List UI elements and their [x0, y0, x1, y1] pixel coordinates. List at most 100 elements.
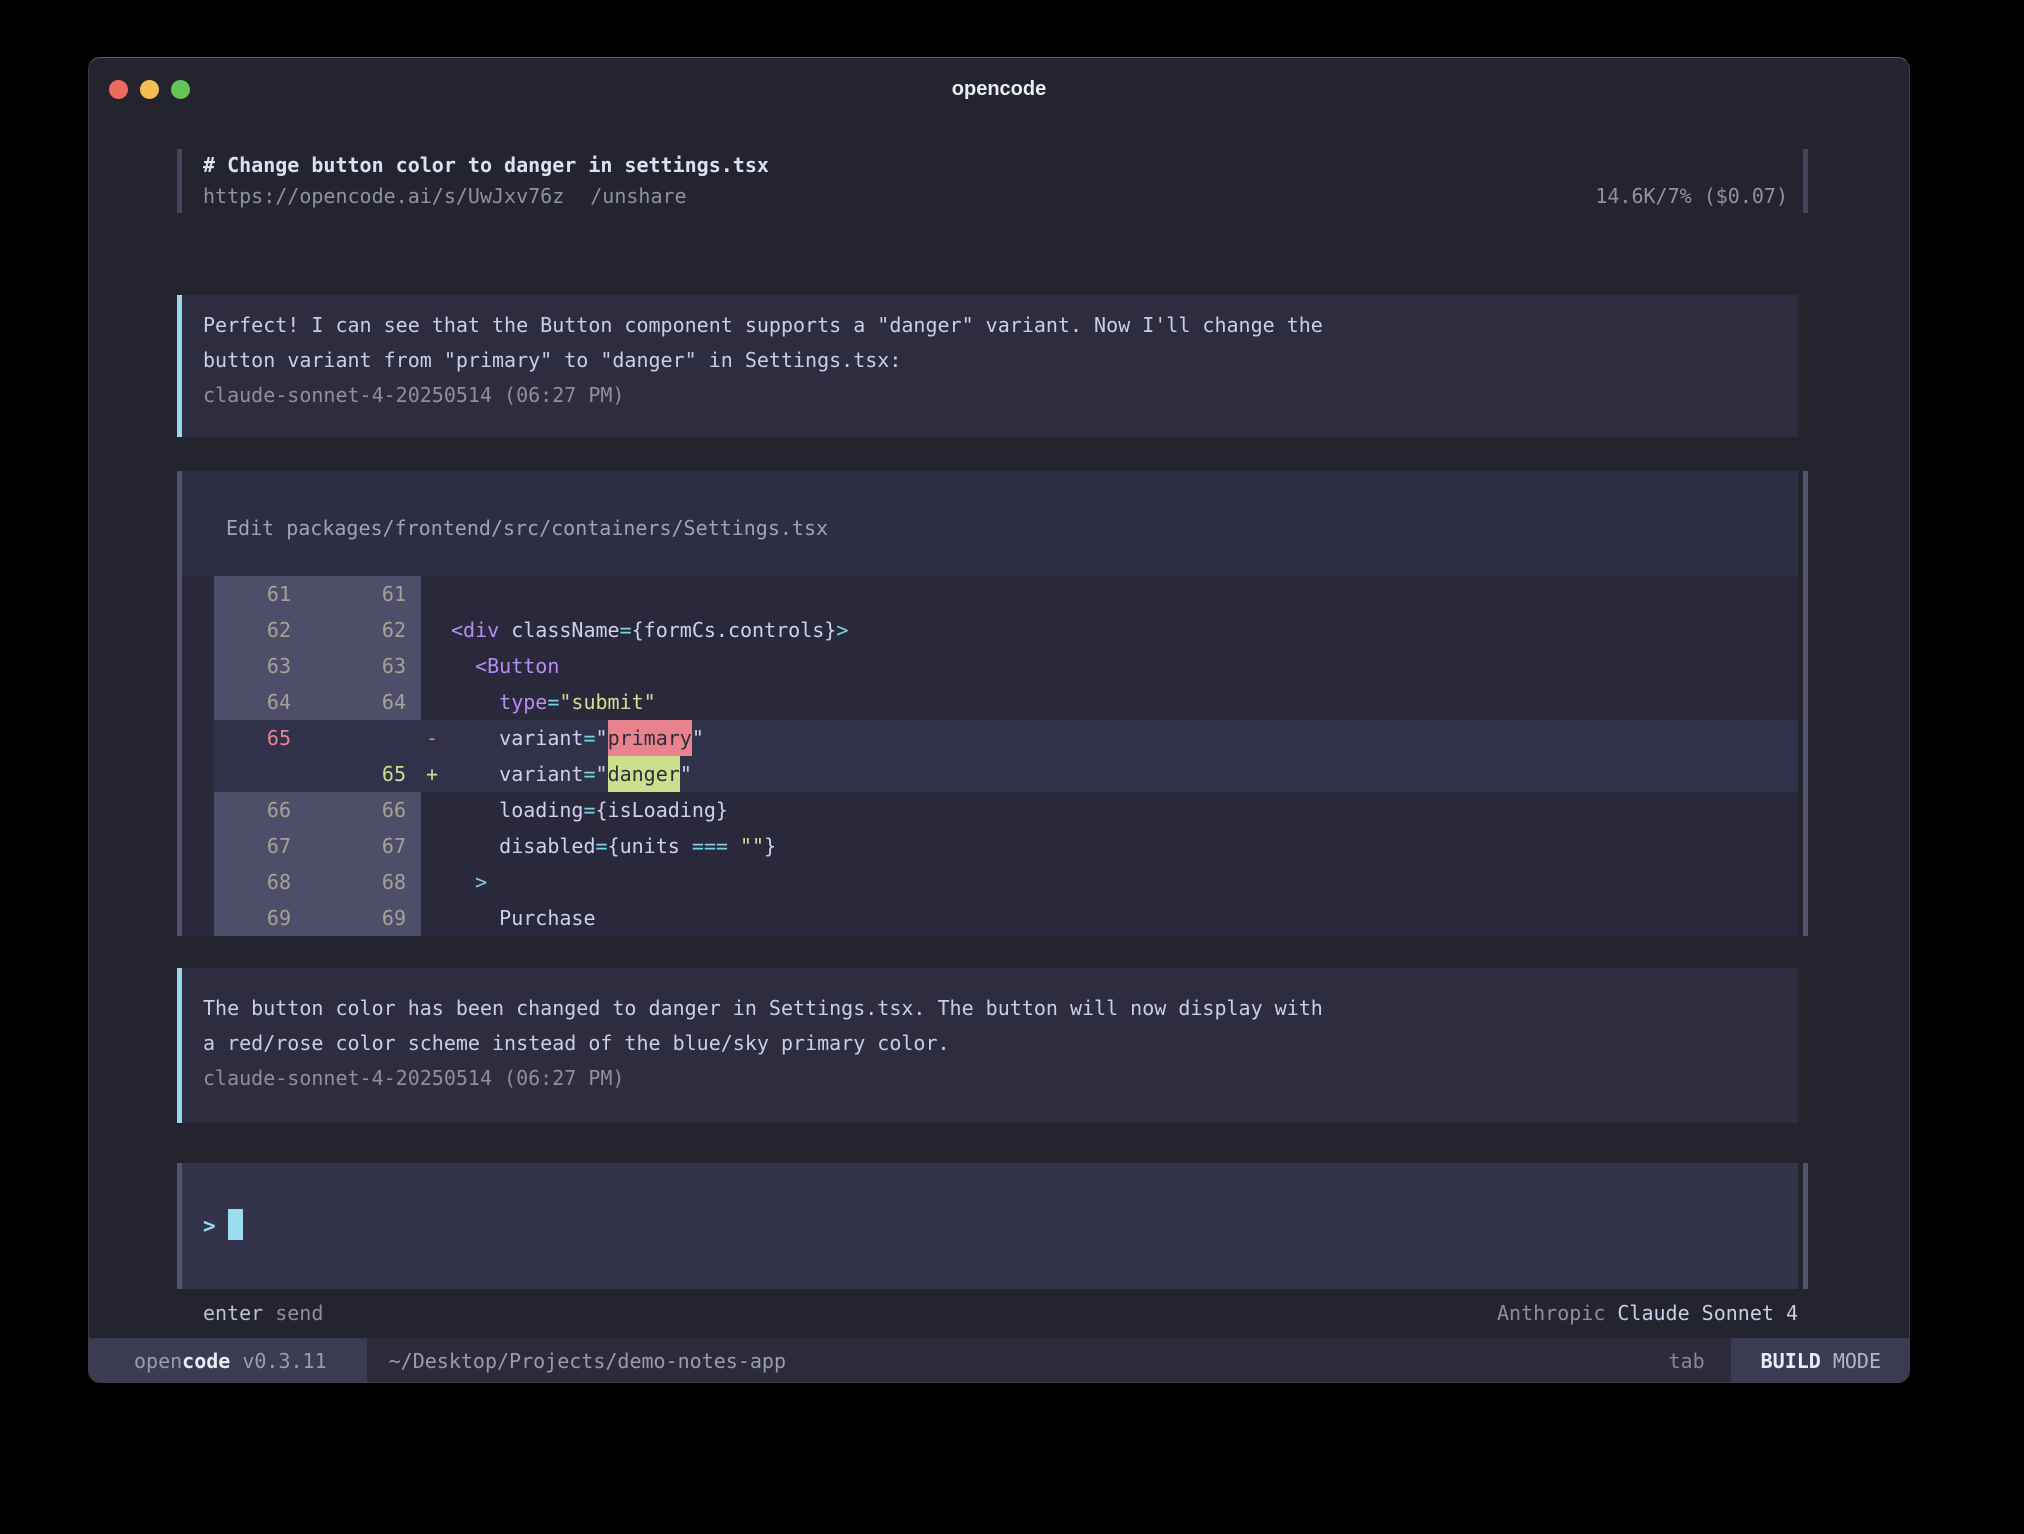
- enter-key-hint: entersend: [203, 1298, 323, 1328]
- tab-key-hint: tab: [1668, 1338, 1704, 1383]
- message-body: The button color has been changed to dan…: [182, 968, 1798, 1123]
- code-token: [499, 618, 511, 642]
- share-url-row: https://opencode.ai/s/UwJxv76z/unshare: [203, 181, 687, 211]
- diff-rows: 61616262<div className={formCs.controls}…: [182, 576, 1798, 936]
- code-token: [451, 762, 499, 786]
- code-token: [451, 654, 475, 678]
- new-line-number: 63: [306, 648, 421, 684]
- enter-key-label: enter: [203, 1301, 263, 1325]
- old-line-number: 62: [214, 612, 306, 648]
- code-token: ": [692, 726, 704, 750]
- titlebar: opencode: [89, 58, 1909, 118]
- diff-row: 6767 disabled={units === ""}: [182, 828, 1798, 864]
- diff-row-content: 65+ variant="danger": [214, 756, 1798, 792]
- code-line: [451, 576, 1798, 612]
- mode-suffix: MODE: [1833, 1349, 1881, 1373]
- diff-row-padding: [182, 720, 214, 756]
- code-token: type: [499, 690, 547, 714]
- diff-row: 6262<div className={formCs.controls}>: [182, 612, 1798, 648]
- diff-row-padding: [182, 900, 214, 936]
- code-token: =: [620, 618, 632, 642]
- assistant-message: Perfect! I can see that the Button compo…: [177, 295, 1808, 437]
- diff-row-content: 6868 >: [214, 864, 1798, 900]
- diff-marker: [421, 576, 451, 612]
- diff-row: 6161: [182, 576, 1798, 612]
- old-line-number: 63: [214, 648, 306, 684]
- code-token: [451, 690, 499, 714]
- code-token: =: [583, 798, 595, 822]
- code-token: danger: [608, 756, 680, 792]
- new-line-number: [306, 720, 421, 756]
- new-line-number: 64: [306, 684, 421, 720]
- diff-marker: [421, 900, 451, 936]
- code-token: className: [511, 618, 619, 642]
- app-version: v0.3.11: [242, 1349, 326, 1373]
- diff-row-content: 6161: [214, 576, 1798, 612]
- code-token: ": [680, 762, 692, 786]
- header-left-border: [177, 149, 182, 213]
- prompt-caret: >: [203, 1214, 216, 1238]
- session-title: # Change button color to danger in setti…: [203, 149, 769, 181]
- diff-marker: [421, 828, 451, 864]
- prompt-left-border: [177, 1163, 182, 1289]
- prompt-background[interactable]: [182, 1163, 1798, 1289]
- new-line-number: 69: [306, 900, 421, 936]
- code-token: "submit": [559, 690, 655, 714]
- new-line-number: 61: [306, 576, 421, 612]
- diff-marker: -: [421, 720, 451, 756]
- diff-row-content: 6666 loading={isLoading}: [214, 792, 1798, 828]
- code-line: Purchase: [451, 900, 1798, 936]
- message-body: Perfect! I can see that the Button compo…: [182, 295, 1798, 437]
- code-line: disabled={units === ""}: [451, 828, 1798, 864]
- window-title: opencode: [89, 78, 1909, 101]
- prompt-input[interactable]: >: [203, 1208, 243, 1244]
- code-token: disabled: [499, 834, 595, 858]
- edit-tool-block: Edit packages/frontend/src/containers/Se…: [177, 471, 1808, 936]
- assistant-message: The button color has been changed to dan…: [177, 968, 1808, 1123]
- diff-row-content: 65- variant="primary": [214, 720, 1798, 756]
- diff-marker: [421, 612, 451, 648]
- message-text-line: Perfect! I can see that the Button compo…: [182, 308, 1798, 343]
- new-line-number: 66: [306, 792, 421, 828]
- hint-row: entersend AnthropicClaude Sonnet 4: [177, 1298, 1808, 1328]
- code-token: [451, 798, 499, 822]
- message-text-line: button variant from "primary" to "danger…: [182, 343, 1798, 378]
- new-line-number: 68: [306, 864, 421, 900]
- old-line-number: 69: [214, 900, 306, 936]
- old-line-number: [214, 756, 306, 792]
- header-right-border: [1803, 149, 1808, 213]
- code-line: <div className={formCs.controls}>: [451, 612, 1798, 648]
- code-token: variant: [499, 762, 583, 786]
- prompt-editor[interactable]: >: [177, 1163, 1808, 1289]
- new-line-number: 67: [306, 828, 421, 864]
- diff-row: 6464 type="submit": [182, 684, 1798, 720]
- diff-marker: [421, 864, 451, 900]
- code-token: [451, 906, 499, 930]
- working-directory: ~/Desktop/Projects/demo-notes-app: [389, 1338, 786, 1383]
- diff-row: 6969 Purchase: [182, 900, 1798, 936]
- unshare-command[interactable]: /unshare: [590, 184, 686, 208]
- message-text-line: The button color has been changed to dan…: [182, 991, 1798, 1026]
- diff-marker: [421, 648, 451, 684]
- diff-row-content: 6464 type="submit": [214, 684, 1798, 720]
- code-token: [451, 726, 499, 750]
- mode-badge[interactable]: BUILDMODE: [1731, 1338, 1910, 1383]
- code-token: ": [596, 726, 608, 750]
- diff-row-padding: [182, 792, 214, 828]
- diff-row-content: 6262<div className={formCs.controls}>: [214, 612, 1798, 648]
- diff-row-padding: [182, 864, 214, 900]
- code-token: }: [764, 834, 776, 858]
- diff-row: 6666 loading={isLoading}: [182, 792, 1798, 828]
- code-token: [728, 834, 740, 858]
- code-line: type="submit": [451, 684, 1798, 720]
- code-token: "": [740, 834, 764, 858]
- code-line: >: [451, 864, 1798, 900]
- edit-file-path: Edit packages/frontend/src/containers/Se…: [226, 515, 828, 541]
- app-name-light: open: [134, 1349, 182, 1373]
- code-token: {formCs.controls}: [632, 618, 837, 642]
- code-token: [451, 834, 499, 858]
- diff-marker: +: [421, 756, 451, 792]
- statusbar-spacer: [786, 1338, 1668, 1383]
- diff-row: 65- variant="primary": [182, 720, 1798, 756]
- share-url-link[interactable]: https://opencode.ai/s/UwJxv76z: [203, 184, 564, 208]
